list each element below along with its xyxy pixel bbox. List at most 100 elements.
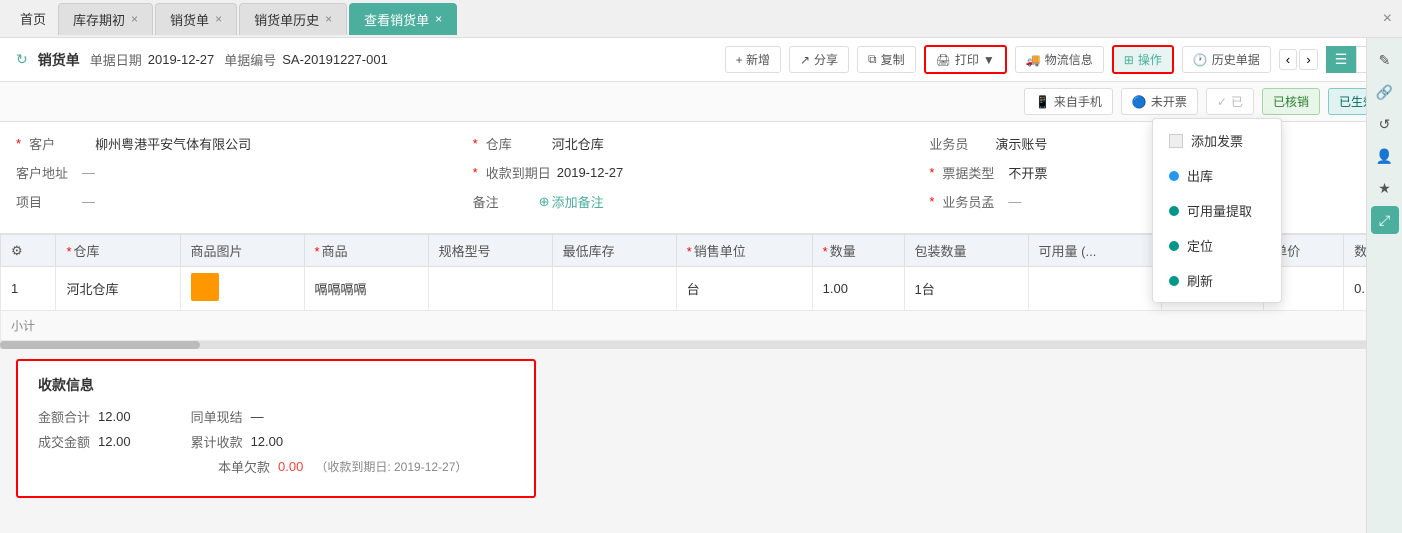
available-qty-item[interactable]: 可用量提取 [1153,193,1281,228]
from-phone-button[interactable]: 📱 来自手机 [1024,88,1113,115]
date-value: 2019-12-27 [148,52,215,67]
due-value: 0.00 [278,459,303,474]
cancel-badge[interactable]: 已核销 [1262,88,1320,115]
col-product: *商品 [304,235,428,267]
outbound-item[interactable]: 出库 [1153,158,1281,193]
tab-sales-history[interactable]: 销货单历史 × [239,3,347,35]
tab-close-sales[interactable]: × [215,12,222,26]
tab-inventory-init[interactable]: 库存期初 × [58,3,153,35]
tab-bar: 首页 库存期初 × 销货单 × 销货单历史 × 查看销货单 × × [0,0,1402,38]
row-index: 1 [1,267,56,311]
print-button[interactable]: 🖨 打印 ▼ [924,45,1007,74]
tab-sales-order[interactable]: 销货单 × [155,3,237,35]
new-button[interactable]: + 新增 [725,46,781,73]
check-button[interactable]: ✓ 已 [1206,88,1254,115]
refresh-icon [1169,276,1179,286]
available-icon [1169,206,1179,216]
number-field-group: 单据编号 SA-20191227-001 [224,50,388,69]
salesperson-label: 业务员孟 [942,192,1002,211]
toolbar-left: ↻ 销货单 单据日期 2019-12-27 单据编号 SA-20191227-0… [16,50,709,70]
logistics-button[interactable]: 🚚 物流信息 [1015,46,1104,73]
col-min-stock: 最低库存 [552,235,676,267]
product-image [191,273,219,301]
col-available: 可用量 (... [1028,235,1162,267]
col-quantity: *数量 [812,235,904,267]
row-spec [428,267,552,311]
customer-label: 客户 [29,134,89,153]
date-field-group: 单据日期 2019-12-27 [90,50,215,69]
scroll-indicator[interactable] [0,341,1402,349]
sidebar-expand-icon[interactable]: ⤢ [1371,206,1399,234]
warehouse-label: 仓库 [486,134,546,153]
note-field: 备注 ⊕ 添加备注 [473,192,930,211]
col-pack-qty: 包装数量 [904,235,1028,267]
add-note-button[interactable]: ⊕ 添加备注 [539,192,604,211]
note-label: 备注 [473,192,533,211]
refresh-item[interactable]: 刷新 [1153,263,1281,298]
ticket-icon: 🔵 [1132,95,1147,109]
prev-button[interactable]: ‹ [1279,49,1297,70]
toolbar-right: + 新增 ↗ 分享 ⧉ 复制 🖨 打印 ▼ 🚚 物流信息 ⊞ 操作 🕐 历史单据… [725,45,1386,74]
address-value: — [82,165,95,180]
number-label: 单据编号 [224,50,276,69]
transaction-value: 12.00 [98,434,131,449]
tab-close-inventory[interactable]: × [131,12,138,26]
tab-label: 销货单 [170,10,209,29]
cumulative-item: 累计收款 12.00 [191,432,284,451]
number-value: SA-20191227-001 [282,52,388,67]
tab-close-view[interactable]: × [435,12,442,26]
transaction-label: 成交金额 [38,432,90,451]
tab-close-history[interactable]: × [325,12,332,26]
locate-item[interactable]: 定位 [1153,228,1281,263]
history-button[interactable]: 🕐 历史单据 [1182,46,1271,73]
payment-title: 收款信息 [38,375,514,395]
locate-icon [1169,241,1179,251]
col-spec: 规格型号 [428,235,552,267]
sidebar-link-icon[interactable]: 🔗 [1371,78,1399,106]
row-sales-unit: 台 [676,267,812,311]
project-field: 项目 — [16,192,473,211]
action-row: 📱 来自手机 🔵 未开票 ✓ 已 已核销 已生效 添加发票 出库 可用量提取 定… [0,82,1402,122]
outbound-icon [1169,171,1179,181]
due-date-field: * 收款到期日 2019-12-27 [473,163,930,182]
copy-button[interactable]: ⧉ 复制 [857,46,916,73]
next-button[interactable]: › [1299,49,1317,70]
tab-home[interactable]: 首页 [10,9,56,28]
settings-icon: ⚙ [11,243,23,258]
employee-value: 演示账号 [995,134,1047,153]
sidebar-edit-icon[interactable]: ✎ [1371,46,1399,74]
salesperson-value: — [1008,194,1021,209]
customer-value: 柳州粤港平安气体有限公司 [95,134,251,153]
copy-icon: ⧉ [868,52,877,67]
payment-row-3: 本单欠款 0.00 （收款到期日: 2019-12-27） [38,457,514,476]
print-dropdown-arrow: ▼ [983,53,995,67]
row-pack-qty: 1台 [904,267,1028,311]
toolbar: ↻ 销货单 单据日期 2019-12-27 单据编号 SA-20191227-0… [0,38,1402,82]
sidebar-person-icon[interactable]: 👤 [1371,142,1399,170]
truck-icon: 🚚 [1026,53,1041,67]
operation-button[interactable]: ⊞ 操作 [1112,45,1174,74]
row-warehouse: 河北仓库 [56,267,180,311]
history-icon: 🕐 [1193,53,1208,67]
tab-label: 库存期初 [73,10,125,29]
not-open-button[interactable]: 🔵 未开票 [1121,88,1198,115]
add-invoice-item[interactable]: 添加发票 [1153,123,1281,158]
close-all-button[interactable]: × [1383,10,1392,28]
sidebar-star-icon[interactable]: ★ [1371,174,1399,202]
col-settings[interactable]: ⚙ [1,235,56,267]
due-date-label: 收款到期日 [486,163,551,182]
transaction-item: 成交金额 12.00 [38,432,131,451]
same-order-item: 同单现结 — [191,407,264,426]
sidebar-refresh-icon[interactable]: ↺ [1371,110,1399,138]
share-button[interactable]: ↗ 分享 [789,46,849,73]
payment-info-box: 收款信息 金额合计 12.00 同单现结 — 成交金额 12.00 累计收款 1… [16,359,536,498]
address-label: 客户地址 [16,163,76,182]
total-value: 12.00 [98,409,131,424]
tab-label: 销货单历史 [254,10,319,29]
cumulative-value: 12.00 [251,434,284,449]
col-sales-unit: *销售单位 [676,235,812,267]
tab-view-sales[interactable]: 查看销货单 × [349,3,457,35]
project-label: 项目 [16,192,76,211]
list-view-button[interactable]: ☰ [1326,46,1357,73]
due-label: 本单欠款 [218,457,270,476]
